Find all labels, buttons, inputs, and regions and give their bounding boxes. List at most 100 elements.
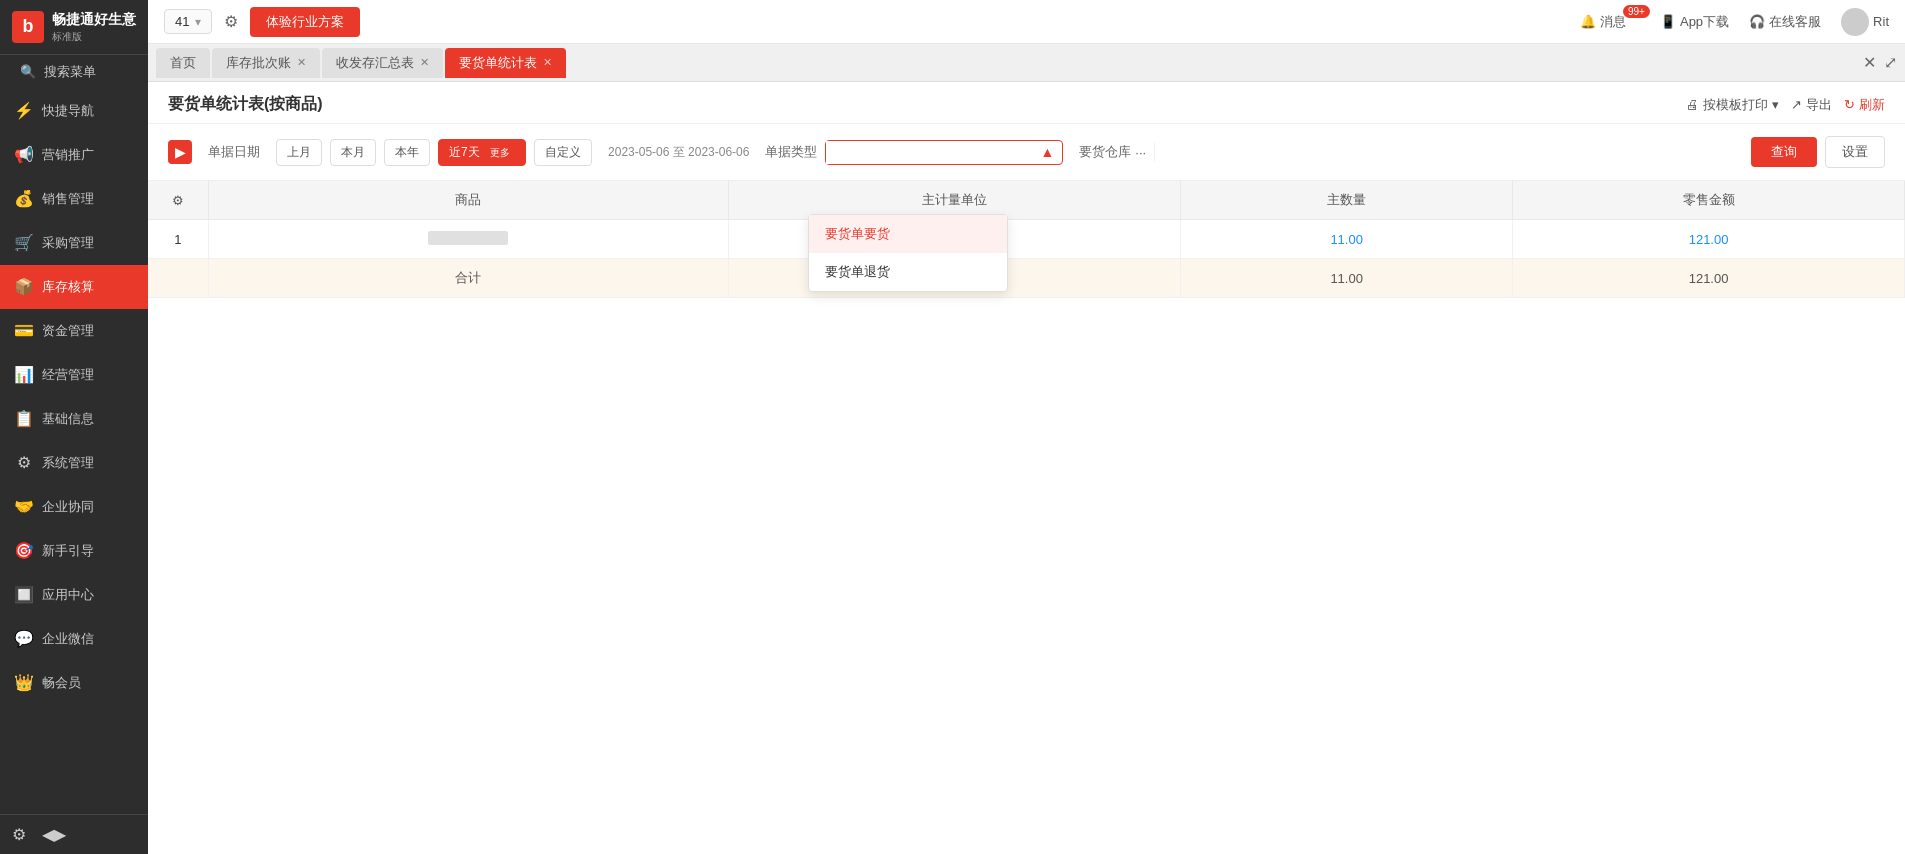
headset-icon: 🎧 xyxy=(1749,14,1765,29)
sidebar-item-enterprise[interactable]: 🤝 企业协同 xyxy=(0,485,148,529)
col-header-index: ⚙ xyxy=(148,181,208,220)
tab-batch-account-label: 库存批次账 xyxy=(226,54,291,72)
search-label: 搜索菜单 xyxy=(44,63,96,81)
main-content: 41 ▾ ⚙ 体验行业方案 🔔 99+ 消息 📱 App下载 🎧 xyxy=(148,0,1905,854)
notification-btn[interactable]: 🔔 99+ 消息 xyxy=(1580,13,1640,31)
table-footer-row: 合计 11.00 121.00 xyxy=(148,259,1905,298)
prev-month-btn[interactable]: 上月 xyxy=(276,139,322,166)
sidebar-item-marketing[interactable]: 📢 营销推广 xyxy=(0,133,148,177)
settings-btn[interactable]: ⚙ xyxy=(12,825,26,844)
table-settings-icon[interactable]: ⚙ xyxy=(172,193,184,208)
type-input[interactable] xyxy=(826,141,1032,164)
nav-label: 应用中心 xyxy=(42,586,94,604)
sidebar-search[interactable]: 🔍 搜索菜单 xyxy=(0,55,148,89)
nav-label: 系统管理 xyxy=(42,454,94,472)
table-container: ⚙ 商品 主计量单位 主数量 零售金额 1 块 11.00 xyxy=(148,181,1905,298)
sidebar-item-inventory[interactable]: 📦 库存核算 xyxy=(0,265,148,309)
amount-link[interactable]: 121.00 xyxy=(1689,232,1729,247)
topbar-gear-icon[interactable]: ⚙ xyxy=(224,12,238,31)
nav-label: 企业协同 xyxy=(42,498,94,516)
tenant-selector[interactable]: 41 ▾ xyxy=(164,9,212,34)
online-service-btn[interactable]: 🎧 在线客服 xyxy=(1749,13,1821,31)
type-dropdown-arrow[interactable]: ▲ xyxy=(1032,144,1062,160)
app-download-btn[interactable]: 📱 App下载 xyxy=(1660,13,1729,31)
sidebar-item-operations[interactable]: 📊 经营管理 xyxy=(0,353,148,397)
type-input-wrapper: ▲ xyxy=(825,140,1063,165)
fullscreen-btn[interactable]: ⤢ xyxy=(1884,53,1897,72)
user-name: Rit xyxy=(1873,14,1889,29)
export-icon: ↗ xyxy=(1791,97,1802,112)
last7days-label: 近7天 xyxy=(449,145,480,159)
page-actions: 🖨 按模板打印 ▾ ↗ 导出 ↻ 刷新 xyxy=(1686,96,1885,114)
refresh-btn[interactable]: ↻ 刷新 xyxy=(1844,96,1885,114)
export-label: 导出 xyxy=(1806,96,1832,114)
app-center-icon: 🔲 xyxy=(14,585,34,605)
notification-badge: 99+ xyxy=(1623,5,1650,18)
footer-empty xyxy=(148,259,208,298)
footer-quantity: 11.00 xyxy=(1181,259,1513,298)
sidebar-item-quick-nav[interactable]: ⚡ 快捷导航 xyxy=(0,89,148,133)
sidebar-item-system[interactable]: ⚙ 系统管理 xyxy=(0,441,148,485)
cell-amount[interactable]: 121.00 xyxy=(1513,220,1905,259)
collapse-btn[interactable]: ◀▶ xyxy=(42,825,66,844)
sidebar-nav: ⚡ 快捷导航 📢 营销推广 💰 销售管理 🛒 采购管理 📦 库存核算 💳 xyxy=(0,89,148,814)
tab-order-summary[interactable]: 要货单统计表 ✕ xyxy=(445,48,566,78)
tab-batch-account[interactable]: 库存批次账 ✕ xyxy=(212,48,320,78)
brand-sub: 标准版 xyxy=(52,30,136,44)
sidebar-item-member[interactable]: 👑 畅会员 xyxy=(0,661,148,705)
nav-label: 快捷导航 xyxy=(42,102,94,120)
operations-icon: 📊 xyxy=(14,365,34,385)
print-template-btn[interactable]: 🖨 按模板打印 ▾ xyxy=(1686,96,1779,114)
close-tab-btn[interactable]: ✕ xyxy=(1863,53,1876,72)
app-logo-icon: b xyxy=(12,11,44,43)
current-month-btn[interactable]: 本月 xyxy=(330,139,376,166)
expand-filter-btn[interactable]: ▶ xyxy=(168,140,192,164)
more-tag: 更多 xyxy=(485,146,515,159)
user-menu[interactable]: Rit xyxy=(1841,8,1889,36)
cell-quantity[interactable]: 11.00 xyxy=(1181,220,1513,259)
tab-receive-summary[interactable]: 收发存汇总表 ✕ xyxy=(322,48,443,78)
brand-name: 畅捷通好生意 xyxy=(52,10,136,30)
sidebar-item-finance[interactable]: 💳 资金管理 xyxy=(0,309,148,353)
type-filter-label: 单据类型 xyxy=(765,143,817,161)
sidebar-item-basic-info[interactable]: 📋 基础信息 xyxy=(0,397,148,441)
dropdown-item-order-goods[interactable]: 要货单要货 xyxy=(809,215,1007,253)
warehouse-more-icon: ··· xyxy=(1135,145,1146,160)
sidebar-item-purchase[interactable]: 🛒 采购管理 xyxy=(0,221,148,265)
nav-label: 经营管理 xyxy=(42,366,94,384)
sidebar-item-app-center[interactable]: 🔲 应用中心 xyxy=(0,573,148,617)
sidebar-bottom: ⚙ ◀▶ xyxy=(0,814,148,854)
current-year-btn[interactable]: 本年 xyxy=(384,139,430,166)
nav-label: 基础信息 xyxy=(42,410,94,428)
query-btn[interactable]: 查询 xyxy=(1751,137,1817,167)
member-icon: 👑 xyxy=(14,673,34,693)
nav-label: 销售管理 xyxy=(42,190,94,208)
refresh-label: 刷新 xyxy=(1859,96,1885,114)
page-title: 要货单统计表(按商品) xyxy=(168,94,323,115)
last7days-btn[interactable]: 近7天 更多 xyxy=(438,139,526,166)
page-header: 要货单统计表(按商品) 🖨 按模板打印 ▾ ↗ 导出 ↻ 刷新 xyxy=(148,82,1905,124)
sidebar-item-sales[interactable]: 💰 销售管理 xyxy=(0,177,148,221)
table-row: 1 块 11.00 121.00 xyxy=(148,220,1905,259)
wechat-icon: 💬 xyxy=(14,629,34,649)
sidebar-item-wechat[interactable]: 💬 企业微信 xyxy=(0,617,148,661)
quantity-link[interactable]: 11.00 xyxy=(1330,232,1363,247)
system-icon: ⚙ xyxy=(14,453,34,473)
online-service-label: 在线客服 xyxy=(1769,13,1821,31)
type-dropdown: 要货单要货 要货单退货 xyxy=(808,214,1008,292)
tab-receive-summary-close[interactable]: ✕ xyxy=(420,56,429,69)
settings-btn[interactable]: 设置 xyxy=(1825,136,1885,168)
tab-batch-account-close[interactable]: ✕ xyxy=(297,56,306,69)
product-placeholder xyxy=(428,231,508,245)
dropdown-item-order-return[interactable]: 要货单退货 xyxy=(809,253,1007,291)
enterprise-icon: 🤝 xyxy=(14,497,34,517)
tab-home[interactable]: 首页 xyxy=(156,48,210,78)
custom-date-btn[interactable]: 自定义 xyxy=(534,139,592,166)
print-arrow-icon: ▾ xyxy=(1772,97,1779,112)
export-btn[interactable]: ↗ 导出 xyxy=(1791,96,1832,114)
tab-order-summary-close[interactable]: ✕ xyxy=(543,56,552,69)
quick-nav-icon: ⚡ xyxy=(14,101,34,121)
sidebar-item-beginner[interactable]: 🎯 新手引导 xyxy=(0,529,148,573)
print-icon: 🖨 xyxy=(1686,97,1699,112)
trial-btn[interactable]: 体验行业方案 xyxy=(250,7,360,37)
